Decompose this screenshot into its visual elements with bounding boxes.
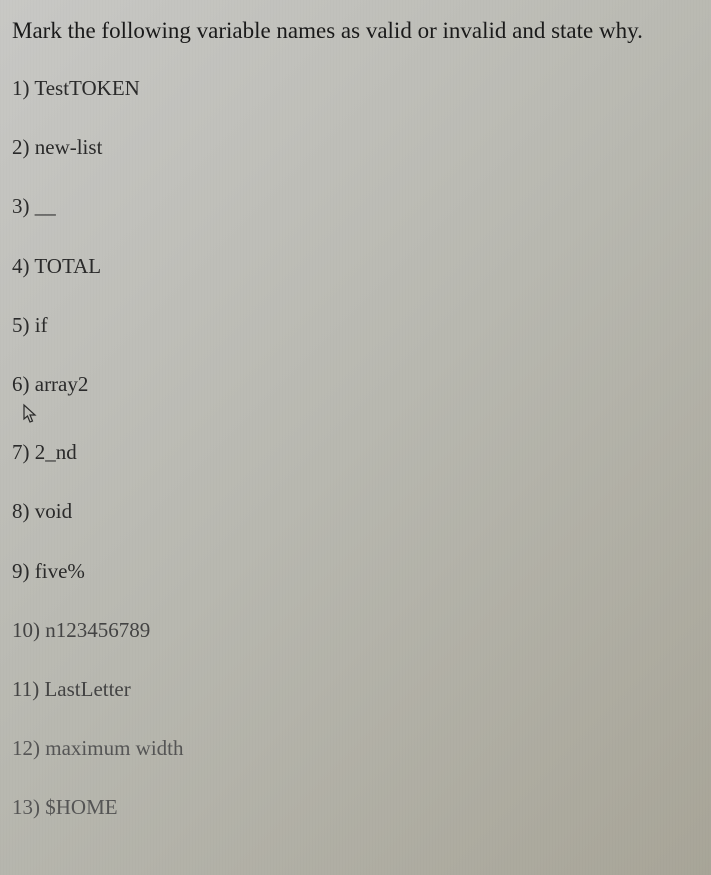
- list-item-11: 11) LastLetter: [12, 677, 699, 702]
- list-item-7: 7) 2_nd: [12, 440, 699, 465]
- list-item-10: 10) n123456789: [12, 618, 699, 643]
- list-item-6: 6) array2: [12, 372, 699, 397]
- list-item-13: 13) $HOME: [12, 795, 699, 820]
- list-item-3: 3) __: [12, 194, 699, 219]
- list-item-12: 12) maximum width: [12, 736, 699, 761]
- cursor-pointer-icon: [22, 403, 699, 430]
- list-item-5: 5) if: [12, 313, 699, 338]
- list-item-4: 4) TOTAL: [12, 254, 699, 279]
- list-item-9: 9) five%: [12, 559, 699, 584]
- question-heading: Mark the following variable names as val…: [12, 18, 699, 44]
- list-item-8: 8) void: [12, 499, 699, 524]
- list-item-2: 2) new-list: [12, 135, 699, 160]
- list-item-1: 1) TestTOKEN: [12, 76, 699, 101]
